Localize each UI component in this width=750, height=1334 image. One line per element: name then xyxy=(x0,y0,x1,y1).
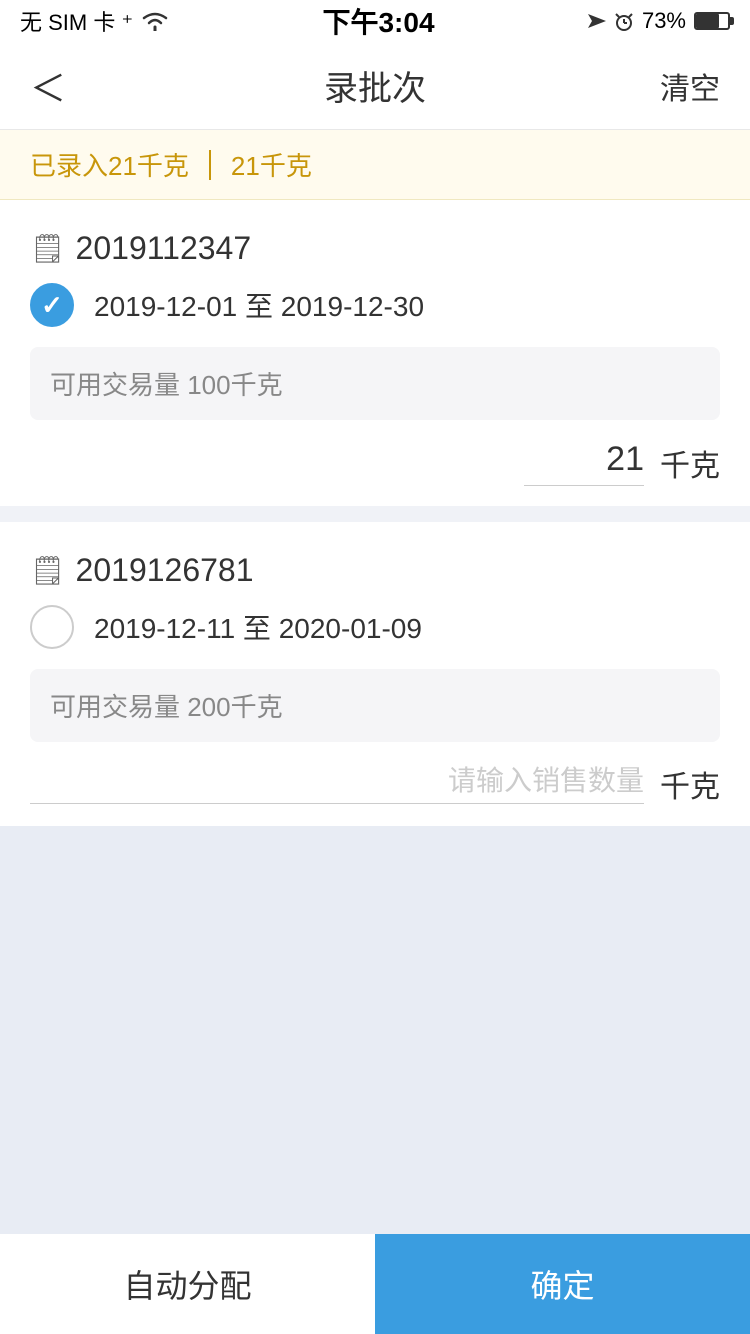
batch-available-2: 可用交易量 200千克 xyxy=(50,692,283,722)
batch-row-2: 2019-12-11 至 2020-01-09 xyxy=(30,605,720,649)
recorded-label: 已录入21千克 xyxy=(30,146,189,183)
batch-header-2: 🗒 2019126781 xyxy=(30,552,720,589)
page-title: 录批次 xyxy=(324,61,426,110)
back-button[interactable]: ＜ xyxy=(30,60,90,112)
batch-header-1: 🗒 2019112347 xyxy=(30,230,720,267)
batch-doc-icon-1: 🗒 xyxy=(30,232,66,265)
auto-assign-button[interactable]: 自动分配 xyxy=(0,1234,375,1334)
batch-row-1: 2019-12-01 至 2019-12-30 xyxy=(30,283,720,327)
banner-divider xyxy=(209,150,211,180)
batch-card-1: 🗒 2019112347 2019-12-01 至 2019-12-30 可用交… xyxy=(0,200,750,420)
wifi-icon xyxy=(141,11,169,31)
separator-1 xyxy=(0,506,750,522)
quantity-value-1: 21 xyxy=(524,440,644,479)
batch-quantity-bar-1: 可用交易量 100千克 xyxy=(30,347,720,420)
alarm-icon xyxy=(614,10,634,32)
checkbox-1[interactable] xyxy=(30,283,74,327)
quantity-row-1: 21 千克 xyxy=(0,420,750,506)
quantity-row-2: 千克 xyxy=(0,742,750,826)
status-time: 下午3:04 xyxy=(322,1,434,41)
sim-label: 无 SIM 卡 ⁺ xyxy=(20,5,133,37)
batch-doc-icon-2: 🗒 xyxy=(30,554,66,587)
quantity-underline-1: 21 xyxy=(524,440,644,486)
info-banner: 已录入21千克 21千克 xyxy=(0,130,750,200)
battery-icon xyxy=(694,12,730,30)
batch-date-2: 2019-12-11 至 2020-01-09 xyxy=(94,607,422,647)
batch-quantity-bar-2: 可用交易量 200千克 xyxy=(30,669,720,742)
clear-button[interactable]: 清空 xyxy=(660,64,720,108)
quantity-underline-2 xyxy=(30,765,644,804)
recorded-value: 21千克 xyxy=(231,146,312,183)
batch-id-2: 2019126781 xyxy=(76,552,254,589)
quantity-unit-2: 千克 xyxy=(660,762,720,806)
location-icon xyxy=(588,10,606,32)
checkbox-2[interactable] xyxy=(30,605,74,649)
status-right: 73% xyxy=(588,8,730,34)
status-bar: 无 SIM 卡 ⁺ 下午3:04 73% xyxy=(0,0,750,42)
battery-percent: 73% xyxy=(642,8,686,34)
nav-bar: ＜ 录批次 清空 xyxy=(0,42,750,130)
quantity-input-2[interactable] xyxy=(30,765,644,797)
batch-date-1: 2019-12-01 至 2019-12-30 xyxy=(94,285,424,325)
quantity-unit-1: 千克 xyxy=(660,441,720,485)
confirm-button[interactable]: 确定 xyxy=(375,1234,750,1334)
batch-id-1: 2019112347 xyxy=(76,230,252,267)
batch-available-1: 可用交易量 100千克 xyxy=(50,370,283,400)
batch-card-2: 🗒 2019126781 2019-12-11 至 2020-01-09 可用交… xyxy=(0,522,750,742)
bottom-buttons: 自动分配 确定 xyxy=(0,1234,750,1334)
status-left: 无 SIM 卡 ⁺ xyxy=(20,5,169,37)
